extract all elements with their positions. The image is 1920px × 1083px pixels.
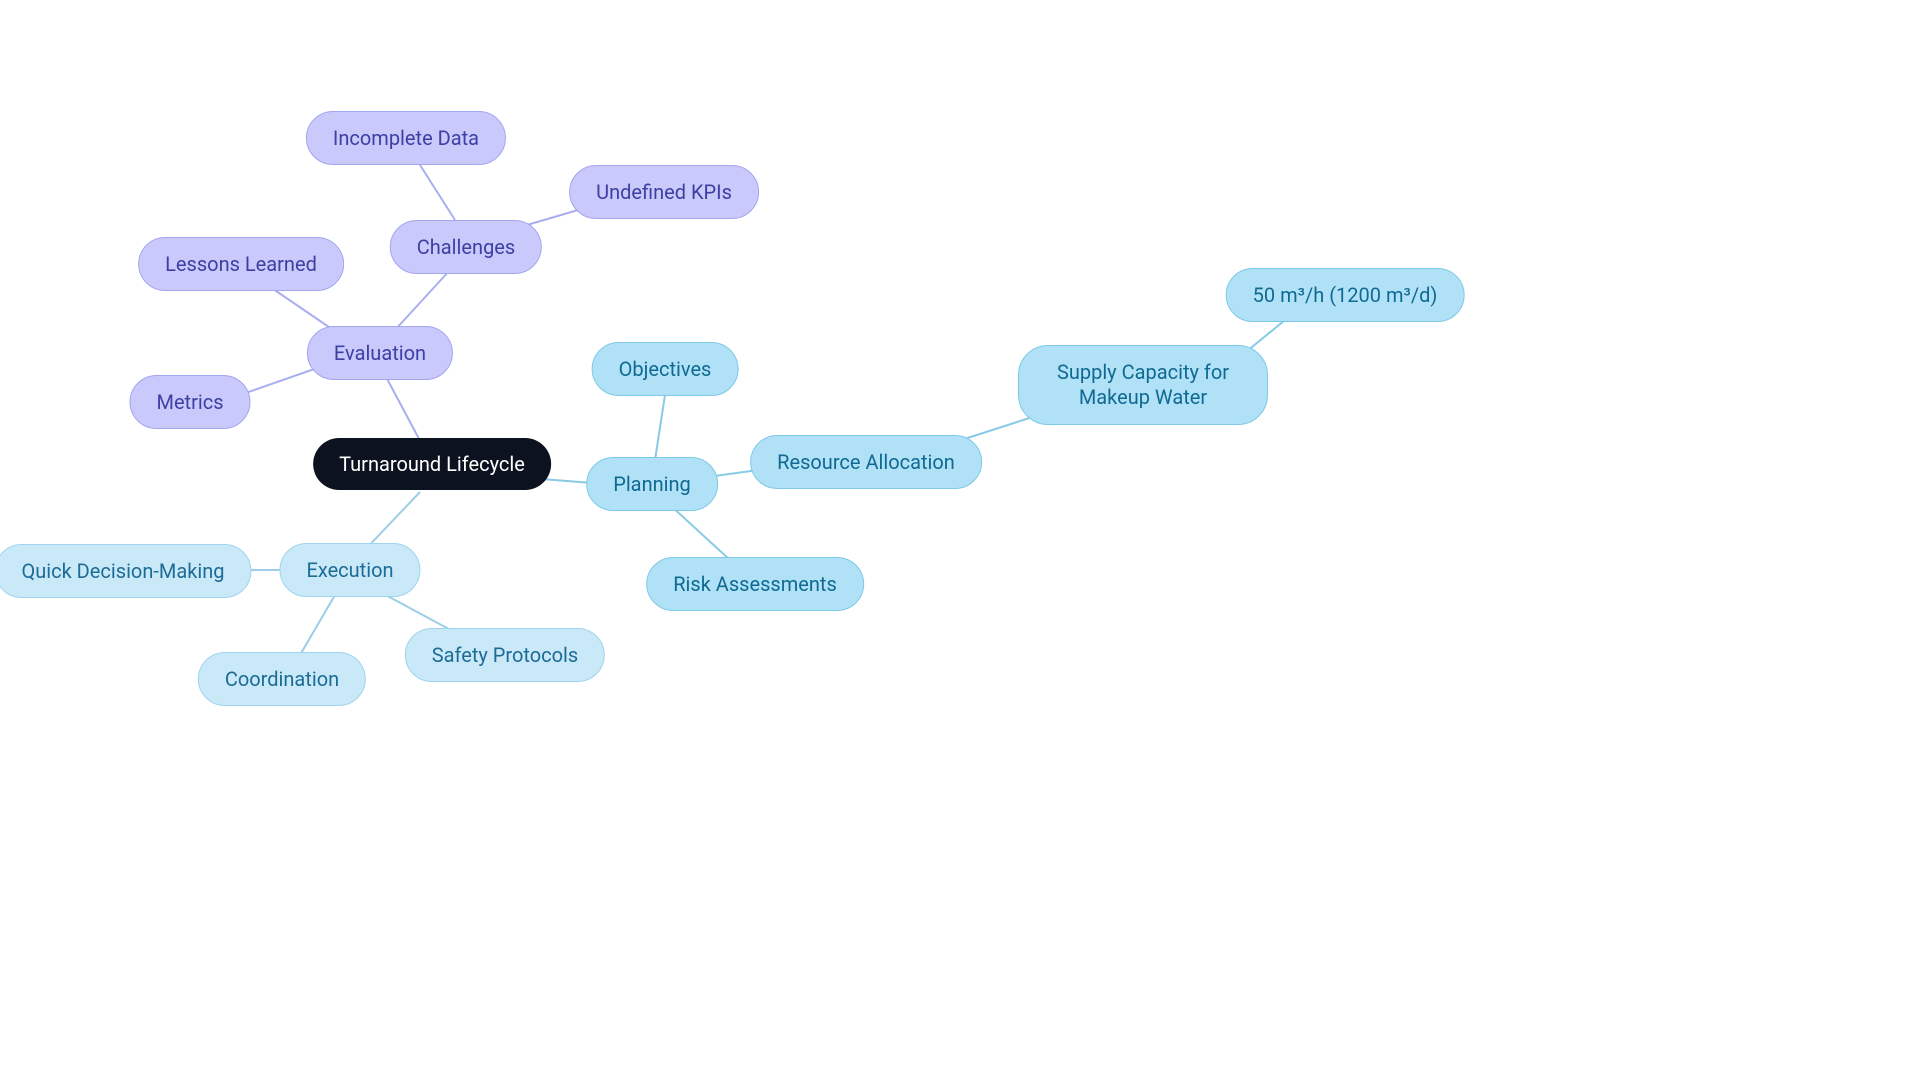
evaluation-node[interactable]: Evaluation (307, 326, 453, 380)
quick-decision-node[interactable]: Quick Decision-Making (0, 544, 252, 598)
challenges-node[interactable]: Challenges (390, 220, 542, 274)
edge-layer (0, 0, 1920, 1083)
safety-protocols-node[interactable]: Safety Protocols (405, 628, 605, 682)
incomplete-data-node[interactable]: Incomplete Data (306, 111, 506, 165)
resource-allocation-node[interactable]: Resource Allocation (750, 435, 982, 489)
root-node[interactable]: Turnaround Lifecycle (313, 438, 551, 490)
risk-assessments-node[interactable]: Risk Assessments (646, 557, 864, 611)
undefined-kpis-node[interactable]: Undefined KPIs (569, 165, 759, 219)
planning-node[interactable]: Planning (586, 457, 718, 511)
supply-capacity-node[interactable]: Supply Capacity for Makeup Water (1018, 345, 1268, 425)
execution-node[interactable]: Execution (279, 543, 420, 597)
supply-value-node[interactable]: 50 m³/h (1200 m³/d) (1226, 268, 1465, 322)
mindmap-canvas: { "root": { "label": "Turnaround Lifecyc… (0, 0, 1920, 1083)
coordination-node[interactable]: Coordination (198, 652, 366, 706)
objectives-node[interactable]: Objectives (592, 342, 739, 396)
lessons-learned-node[interactable]: Lessons Learned (138, 237, 344, 291)
metrics-node[interactable]: Metrics (129, 375, 250, 429)
